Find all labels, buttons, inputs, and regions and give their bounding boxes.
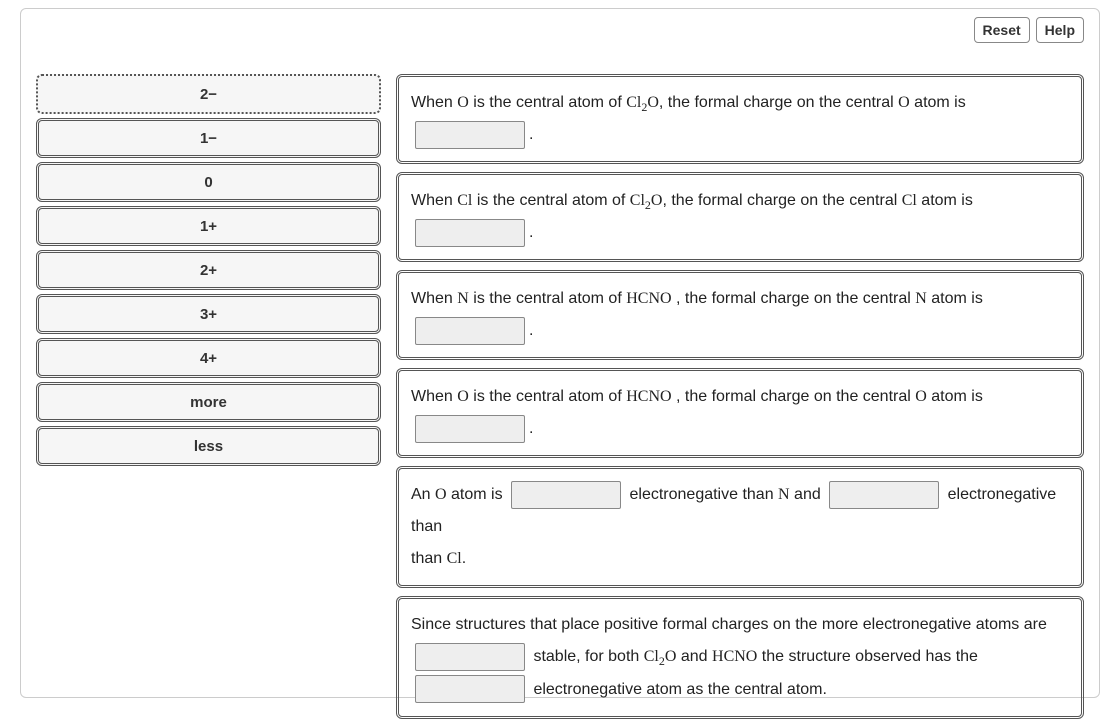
atom: Cl <box>447 550 462 567</box>
text: When <box>411 290 457 307</box>
statement-6: Since structures that place positive for… <box>396 596 1084 718</box>
formula: HCNO <box>626 388 671 405</box>
text: atom is <box>927 290 983 307</box>
atom: Cl <box>902 192 917 209</box>
text: When <box>411 192 457 209</box>
dropzone[interactable] <box>829 481 939 509</box>
reset-button[interactable]: Reset <box>974 17 1030 43</box>
text: , the formal charge on the central <box>659 94 898 111</box>
dropzone[interactable] <box>415 317 525 345</box>
formula: Cl2O <box>626 94 659 111</box>
text: . <box>529 420 533 437</box>
text: When <box>411 388 457 405</box>
answer-chip[interactable]: more <box>36 382 381 422</box>
text: . <box>529 126 533 143</box>
answer-chip[interactable]: 2− <box>36 74 381 114</box>
text: electronegative atom as the central atom… <box>529 681 827 698</box>
text: and <box>790 486 826 503</box>
text: is the central atom of <box>469 290 626 307</box>
atom: O <box>457 388 469 405</box>
text: atom is <box>447 486 507 503</box>
atom: N <box>778 486 790 503</box>
text: atom is <box>910 94 966 111</box>
text: the structure observed has the <box>757 648 978 665</box>
text: , the formal charge on the central <box>662 192 901 209</box>
atom: O <box>457 94 469 111</box>
text: stable, for both <box>529 648 644 665</box>
exercise-panel: Reset Help 2− 1− 0 1+ 2+ 3+ 4+ more less… <box>20 8 1100 698</box>
answer-chip[interactable]: 2+ <box>36 250 381 290</box>
atom: Cl <box>457 192 472 209</box>
text: , the formal charge on the central <box>672 290 916 307</box>
dropzone[interactable] <box>415 415 525 443</box>
answer-bank: 2− 1− 0 1+ 2+ 3+ 4+ more less <box>36 74 381 719</box>
statement-4: When O is the central atom of HCNO , the… <box>396 368 1084 458</box>
answer-chip[interactable]: 3+ <box>36 294 381 334</box>
atom: N <box>915 290 927 307</box>
dropzone[interactable] <box>415 675 525 703</box>
answer-chip[interactable]: less <box>36 426 381 466</box>
formula: HCNO <box>712 648 757 665</box>
formula: Cl2O <box>644 648 677 665</box>
atom: O <box>915 388 927 405</box>
text: is the central atom of <box>469 94 626 111</box>
formula: HCNO <box>626 290 671 307</box>
text: is the central atom of <box>469 388 626 405</box>
text: . <box>529 322 533 339</box>
toolbar: Reset Help <box>974 17 1084 43</box>
answer-chip[interactable]: 1+ <box>36 206 381 246</box>
statement-5: An O atom is electronegative than N and … <box>396 466 1084 588</box>
dropzone[interactable] <box>415 219 525 247</box>
text: atom is <box>927 388 983 405</box>
answer-chip[interactable]: 1− <box>36 118 381 158</box>
answer-chip[interactable]: 0 <box>36 162 381 202</box>
statement-3: When N is the central atom of HCNO , the… <box>396 270 1084 360</box>
atom: O <box>435 486 447 503</box>
text: , the formal charge on the central <box>672 388 916 405</box>
atom: N <box>457 290 469 307</box>
dropzone[interactable] <box>415 643 525 671</box>
dropzone[interactable] <box>511 481 621 509</box>
help-button[interactable]: Help <box>1036 17 1084 43</box>
text: An <box>411 486 435 503</box>
text: When <box>411 94 457 111</box>
text: electronegative than <box>625 486 778 503</box>
text: and <box>676 648 712 665</box>
statement-2: When Cl is the central atom of Cl2O, the… <box>396 172 1084 262</box>
atom: O <box>898 94 910 111</box>
statements-column: When O is the central atom of Cl2O, the … <box>396 74 1084 719</box>
statement-1: When O is the central atom of Cl2O, the … <box>396 74 1084 164</box>
text: . <box>529 224 533 241</box>
text: atom is <box>917 192 973 209</box>
text: . <box>462 550 466 567</box>
text: is the central atom of <box>472 192 629 209</box>
text: than <box>411 550 447 567</box>
text: Since structures that place positive for… <box>411 616 1047 633</box>
main-layout: 2− 1− 0 1+ 2+ 3+ 4+ more less When O is … <box>36 74 1084 719</box>
formula: Cl2O <box>630 192 663 209</box>
answer-chip[interactable]: 4+ <box>36 338 381 378</box>
dropzone[interactable] <box>415 121 525 149</box>
